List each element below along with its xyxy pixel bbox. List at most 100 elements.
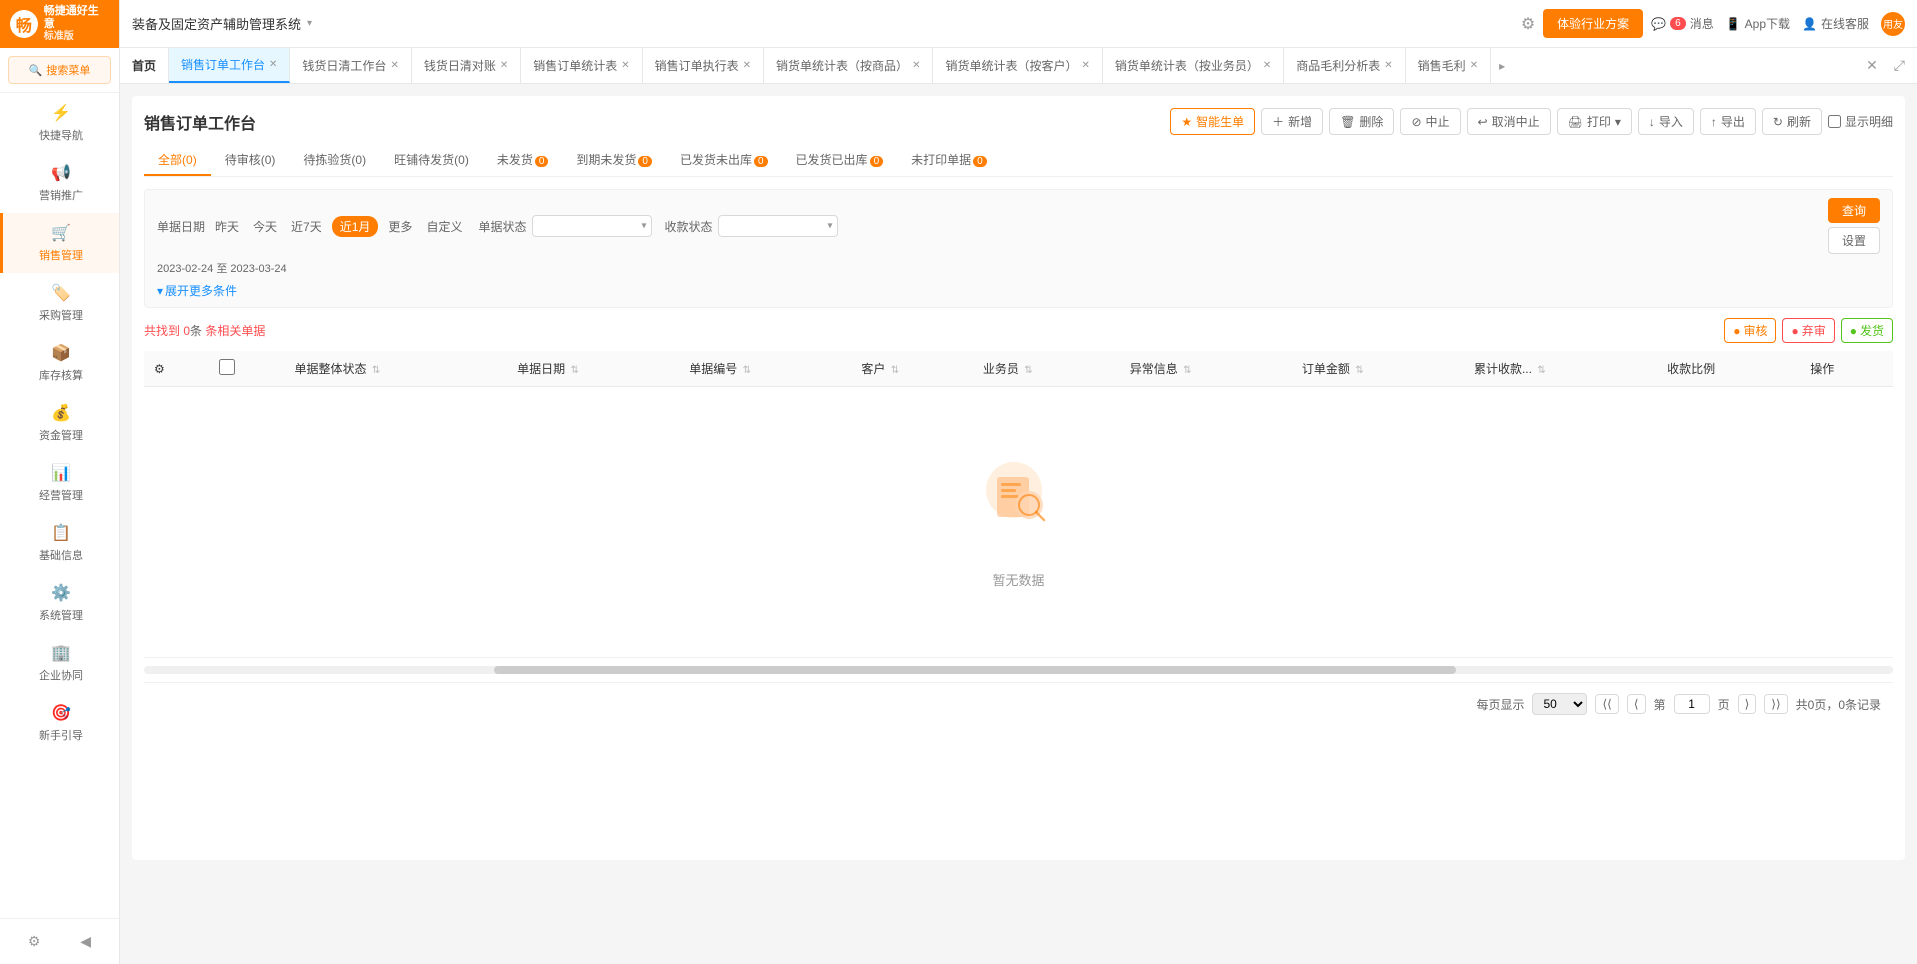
expand-filter-button[interactable]: ▾ 展开更多条件 bbox=[157, 282, 1880, 299]
date-opt-yesterday[interactable]: 昨天 bbox=[211, 216, 243, 237]
date-opt-today[interactable]: 今天 bbox=[249, 216, 281, 237]
tab-close-sales-customer[interactable]: ✕ bbox=[1081, 60, 1089, 71]
tab-close-product-margin[interactable]: ✕ bbox=[1384, 60, 1392, 71]
tab-cash-reconcile[interactable]: 钱货日清对账 ✕ bbox=[412, 48, 521, 83]
tab-close-sales-order[interactable]: ✕ bbox=[269, 59, 277, 70]
sidebar-item-marketing[interactable]: 📢 营销推广 bbox=[0, 153, 119, 213]
sub-tab-not-printed[interactable]: 未打印单据0 bbox=[897, 145, 1001, 176]
system-title-dropdown[interactable]: ▾ bbox=[307, 18, 312, 29]
tab-sales-stats[interactable]: 销售订单统计表 ✕ bbox=[521, 48, 642, 83]
page-number-input[interactable] bbox=[1674, 694, 1710, 714]
date-opt-7days[interactable]: 近7天 bbox=[287, 216, 326, 237]
tab-sales-staff[interactable]: 销货单统计表（按业务员） ✕ bbox=[1103, 48, 1284, 83]
sidebar-collapse-button[interactable]: ◀ bbox=[74, 927, 97, 956]
horizontal-scrollbar[interactable] bbox=[144, 666, 1893, 674]
sidebar-item-inventory[interactable]: 📦 库存核算 bbox=[0, 333, 119, 393]
received-sort-icon[interactable]: ⇅ bbox=[1537, 365, 1545, 376]
export-button[interactable]: ↑ 导出 bbox=[1700, 108, 1756, 135]
show-detail-input[interactable] bbox=[1828, 115, 1841, 128]
cancel-suspend-button[interactable]: ↩ 取消中止 bbox=[1467, 108, 1551, 135]
tab-home[interactable]: 首页 bbox=[120, 48, 169, 83]
user-button[interactable]: 用友 bbox=[1881, 12, 1905, 36]
number-sort-icon[interactable]: ⇅ bbox=[743, 365, 751, 376]
import-button[interactable]: ↓ 导入 bbox=[1638, 108, 1694, 135]
tab-close-cash-reconcile[interactable]: ✕ bbox=[500, 60, 508, 71]
sidebar-item-base-info[interactable]: 📋 基础信息 bbox=[0, 513, 119, 573]
ship-button[interactable]: ● 发货 bbox=[1841, 318, 1893, 343]
add-button[interactable]: ＋ 新增 bbox=[1261, 108, 1323, 135]
online-service-button[interactable]: 👤 在线客服 bbox=[1802, 15, 1869, 32]
tab-close-sales-staff[interactable]: ✕ bbox=[1263, 60, 1271, 71]
sub-tab-shipped-out[interactable]: 已发货已出库0 bbox=[782, 145, 898, 176]
sidebar-item-operations[interactable]: 📊 经营管理 bbox=[0, 453, 119, 513]
payment-select-wrap bbox=[718, 215, 838, 237]
audit-button[interactable]: ● 审核 bbox=[1724, 318, 1776, 343]
tab-close-cash-daily[interactable]: ✕ bbox=[390, 60, 398, 71]
settings-icon[interactable]: ⚙ bbox=[1521, 14, 1535, 34]
sub-tab-pending-review[interactable]: 待审核(0) bbox=[211, 145, 290, 176]
query-button[interactable]: 查询 bbox=[1828, 198, 1880, 223]
delete-button[interactable]: 🗑 删除 bbox=[1329, 108, 1394, 135]
sidebar-item-enterprise[interactable]: 🏢 企业协同 bbox=[0, 633, 119, 693]
date-opt-custom[interactable]: 自定义 bbox=[422, 216, 466, 237]
tab-sales-product[interactable]: 销货单统计表（按商品） ✕ bbox=[764, 48, 933, 83]
show-detail-checkbox[interactable]: 显示明细 bbox=[1828, 113, 1893, 130]
tab-close-sales-profit[interactable]: ✕ bbox=[1470, 60, 1478, 71]
tab-sales-customer[interactable]: 销货单统计表（按客户） ✕ bbox=[933, 48, 1102, 83]
last-page-button[interactable]: ⟩⟩ bbox=[1764, 694, 1787, 714]
app-download-button[interactable]: 📱 App下载 bbox=[1726, 15, 1790, 32]
refresh-button[interactable]: ↻ 刷新 bbox=[1762, 108, 1822, 135]
sidebar-item-system[interactable]: ⚙️ 系统管理 bbox=[0, 573, 119, 633]
amount-sort-icon[interactable]: ⇅ bbox=[1355, 365, 1363, 376]
tabbar-close-all-button[interactable]: ✕ bbox=[1860, 55, 1884, 76]
payment-select[interactable] bbox=[718, 215, 838, 237]
col-settings-icon[interactable]: ⚙ bbox=[154, 362, 165, 376]
date-sort-icon[interactable]: ⇅ bbox=[571, 365, 579, 376]
sub-tab-pending-inspect[interactable]: 待拣验货(0) bbox=[289, 145, 380, 176]
staff-sort-icon[interactable]: ⇅ bbox=[1024, 365, 1032, 376]
tab-sales-profit[interactable]: 销售毛利 ✕ bbox=[1406, 48, 1491, 83]
sidebar-item-quick-nav[interactable]: ⚡ 快捷导航 bbox=[0, 93, 119, 153]
next-page-button[interactable]: ⟩ bbox=[1738, 694, 1757, 714]
sub-tab-overdue-not-shipped[interactable]: 到期未发货0 bbox=[562, 145, 666, 176]
suspend-button[interactable]: ⊘ 中止 bbox=[1400, 108, 1460, 135]
smart-gen-button[interactable]: ★ 智能生单 bbox=[1170, 108, 1255, 135]
select-all-checkbox[interactable] bbox=[219, 359, 235, 375]
sub-tab-not-shipped[interactable]: 未发货0 bbox=[483, 145, 563, 176]
sidebar-settings-button[interactable]: ⚙ bbox=[22, 927, 47, 956]
tab-close-sales-exec[interactable]: ✕ bbox=[743, 60, 751, 71]
status-sort-icon[interactable]: ⇅ bbox=[372, 365, 380, 376]
expand-icon: ▾ bbox=[157, 284, 163, 298]
tab-cash-daily[interactable]: 钱货日清工作台 ✕ bbox=[290, 48, 411, 83]
sub-tab-wangpu-deliver[interactable]: 旺铺待发货(0) bbox=[380, 145, 483, 176]
tab-close-sales-stats[interactable]: ✕ bbox=[621, 60, 629, 71]
industry-solution-button[interactable]: 体验行业方案 bbox=[1543, 9, 1643, 38]
tabbar-more-button[interactable]: ▸ bbox=[1491, 59, 1513, 73]
page-size-select[interactable]: 10 20 50 100 bbox=[1532, 693, 1587, 715]
abnormal-sort-icon[interactable]: ⇅ bbox=[1183, 365, 1191, 376]
tab-sales-order[interactable]: 销售订单工作台 ✕ bbox=[169, 48, 290, 83]
revoke-button[interactable]: ● 弃审 bbox=[1782, 318, 1834, 343]
print-button[interactable]: 🖨 打印 ▾ bbox=[1557, 108, 1632, 135]
customer-sort-icon[interactable]: ⇅ bbox=[891, 365, 899, 376]
tab-product-margin[interactable]: 商品毛利分析表 ✕ bbox=[1284, 48, 1405, 83]
date-opt-more[interactable]: 更多 bbox=[384, 216, 416, 237]
prev-page-button[interactable]: ⟨ bbox=[1627, 694, 1646, 714]
tab-close-sales-product[interactable]: ✕ bbox=[912, 60, 920, 71]
sub-tab-shipped-not-out[interactable]: 已发货未出库0 bbox=[666, 145, 782, 176]
tab-sales-exec[interactable]: 销售订单执行表 ✕ bbox=[643, 48, 764, 83]
message-button[interactable]: 💬 6 消息 bbox=[1651, 15, 1714, 32]
sidebar-item-purchase[interactable]: 🏷️ 采购管理 bbox=[0, 273, 119, 333]
search-menu-button[interactable]: 🔍 搜索菜单 bbox=[8, 56, 111, 84]
filter-setting-button[interactable]: 设置 bbox=[1828, 227, 1880, 254]
scrollbar-thumb[interactable] bbox=[494, 666, 1456, 674]
first-page-button[interactable]: ⟨⟨ bbox=[1595, 694, 1618, 714]
status-select[interactable] bbox=[532, 215, 652, 237]
user-avatar: 用友 bbox=[1881, 12, 1905, 36]
sub-tab-all[interactable]: 全部(0) bbox=[144, 145, 211, 176]
date-opt-1month[interactable]: 近1月 bbox=[332, 216, 379, 237]
tabbar-maximize-button[interactable]: ⤢ bbox=[1888, 55, 1911, 76]
sidebar-item-guide[interactable]: 🎯 新手引导 bbox=[0, 693, 119, 753]
sidebar-item-sales[interactable]: 🛒 销售管理 bbox=[0, 213, 119, 273]
sidebar-item-finance[interactable]: 💰 资金管理 bbox=[0, 393, 119, 453]
